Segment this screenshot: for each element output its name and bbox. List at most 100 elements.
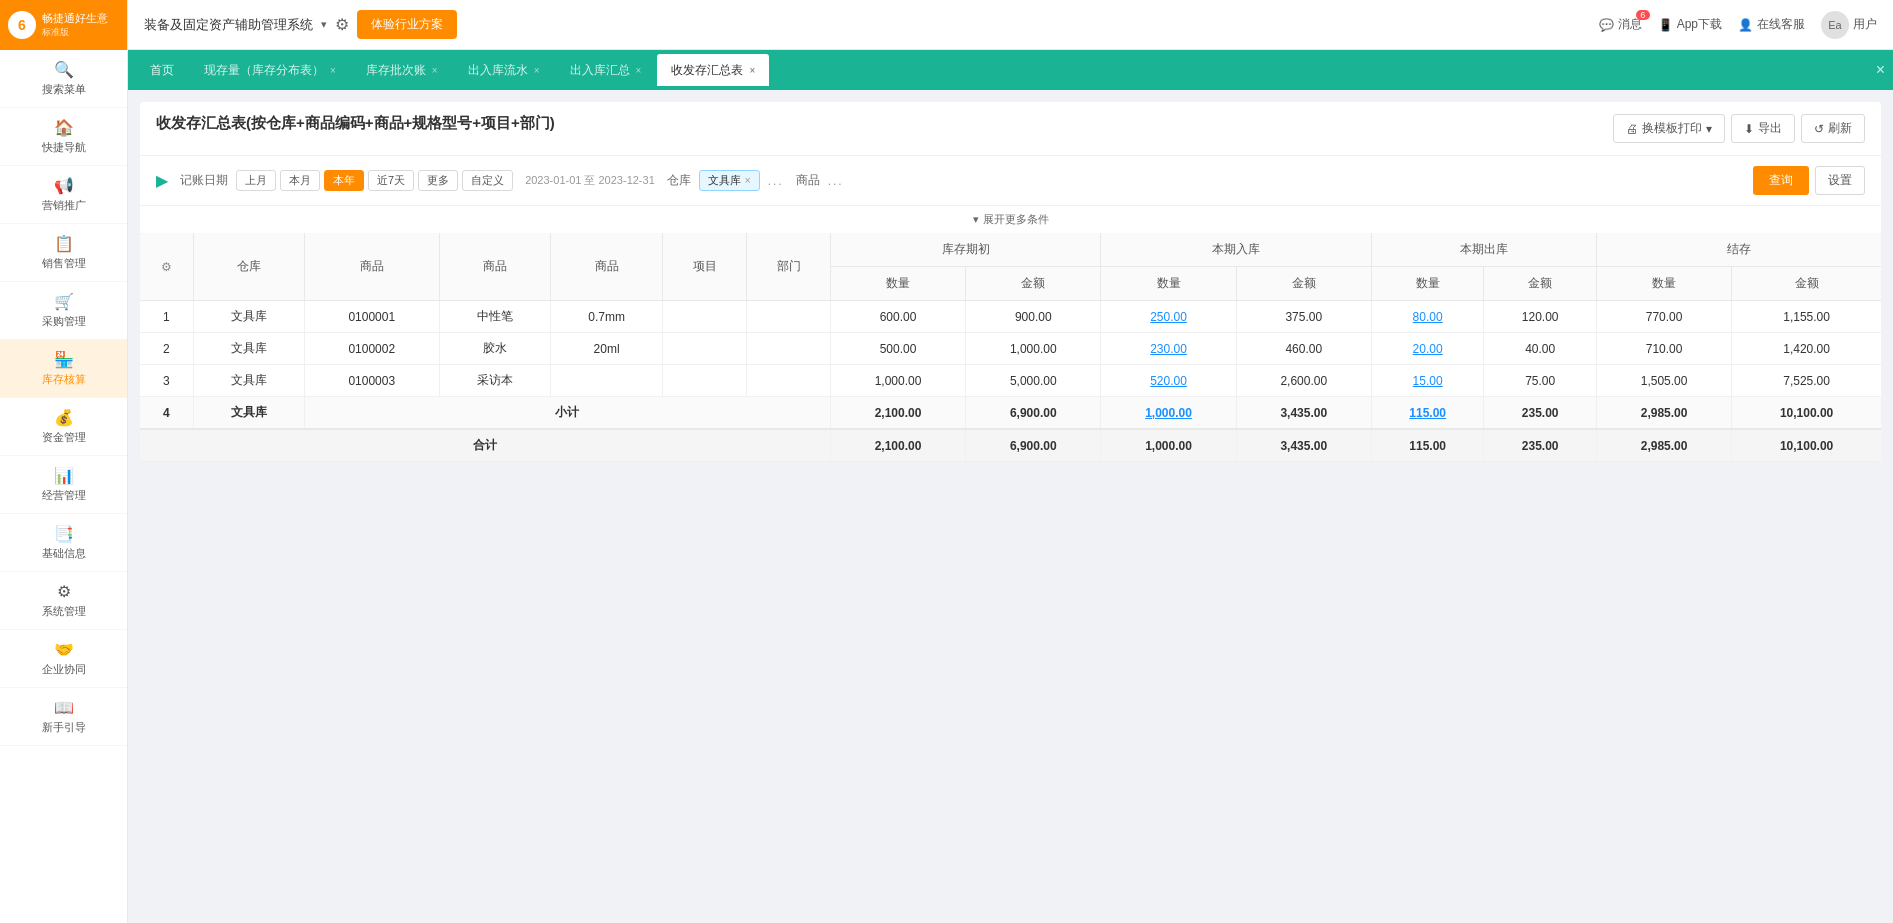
row-opening-amt: 900.00 <box>966 301 1101 333</box>
goods-filter-section: 商品 ... <box>796 172 844 189</box>
expand-conditions-button[interactable]: ▾ 展开更多条件 <box>973 212 1049 227</box>
tab-close-batch-account[interactable]: × <box>432 65 438 76</box>
close-all-tabs-button[interactable]: × <box>1876 61 1885 79</box>
export-icon: ⬇ <box>1744 122 1754 136</box>
sidebar-logo: 6 畅捷通好生意 标准版 <box>0 0 127 50</box>
sidebar-item-base-info[interactable]: 📑基础信息 <box>0 514 127 572</box>
system-dropdown[interactable]: ▾ <box>321 18 327 31</box>
row-out-qty[interactable]: 80.00 <box>1371 301 1484 333</box>
subtotal-in-qty[interactable]: 1,000.00 <box>1101 397 1236 430</box>
row-goods-name: 中性笔 <box>439 301 550 333</box>
date-btn-近7天[interactable]: 近7天 <box>368 170 414 191</box>
sidebar-item-guide[interactable]: 📖新手引导 <box>0 688 127 746</box>
row-in-qty[interactable]: 250.00 <box>1101 301 1236 333</box>
total-in-amt: 3,435.00 <box>1236 429 1371 462</box>
main-content: 装备及固定资产辅助管理系统 ▾ ⚙ 体验行业方案 💬 消息 6 📱 App下载 … <box>128 0 1893 923</box>
date-btn-自定义[interactable]: 自定义 <box>462 170 513 191</box>
row-balance-qty: 710.00 <box>1596 333 1731 365</box>
settings-icon[interactable]: ⚙ <box>335 15 349 34</box>
sidebar-item-marketing[interactable]: 📢营销推广 <box>0 166 127 224</box>
online-service-item[interactable]: 👤 在线客服 <box>1738 16 1805 33</box>
online-service-label: 在线客服 <box>1757 16 1805 33</box>
tab-inout-summary[interactable]: 出入库汇总 × <box>556 54 656 86</box>
row-in-qty[interactable]: 230.00 <box>1101 333 1236 365</box>
app-download-item[interactable]: 📱 App下载 <box>1658 16 1722 33</box>
sidebar-item-operations[interactable]: 📊经营管理 <box>0 456 127 514</box>
row-out-amt: 40.00 <box>1484 333 1597 365</box>
tab-label-inout-summary: 出入库汇总 <box>570 62 630 79</box>
goods-filter-label: 商品 <box>796 172 820 189</box>
demo-button[interactable]: 体验行业方案 <box>357 10 457 39</box>
total-balance-qty: 2,985.00 <box>1596 429 1731 462</box>
warehouse-filter-dots[interactable]: ... <box>768 174 784 188</box>
date-btn-上月[interactable]: 上月 <box>236 170 276 191</box>
subtotal-out-amt: 235.00 <box>1484 397 1597 430</box>
app-badge: 标准版 <box>42 26 108 39</box>
sidebar-item-system[interactable]: ⚙系统管理 <box>0 572 127 630</box>
total-row: 合计 2,100.00 6,900.00 1,000.00 3,435.00 1… <box>140 429 1881 462</box>
tab-inventory-dist[interactable]: 现存量（库存分布表）× <box>190 54 350 86</box>
row-index: 3 <box>140 365 193 397</box>
date-btn-本月[interactable]: 本月 <box>280 170 320 191</box>
tab-batch-account[interactable]: 库存批次账× <box>352 54 452 86</box>
date-btn-更多[interactable]: 更多 <box>418 170 458 191</box>
row-warehouse: 文具库 <box>193 301 304 333</box>
print-button[interactable]: 🖨 换模板打印 ▾ <box>1613 114 1725 143</box>
topbar-right: 💬 消息 6 📱 App下载 👤 在线客服 Ea 用户 <box>1599 11 1877 39</box>
th-out-group: 本期出库 <box>1371 233 1596 267</box>
tab-close-receipt-summary[interactable]: × <box>749 65 755 76</box>
subtotal-index: 4 <box>140 397 193 430</box>
export-button[interactable]: ⬇ 导出 <box>1731 114 1795 143</box>
sidebar-item-label-enterprise: 企业协同 <box>42 662 86 677</box>
subtotal-in-amt: 3,435.00 <box>1236 397 1371 430</box>
th-settings[interactable]: ⚙ <box>140 233 193 301</box>
th-in-amt: 金额 <box>1236 267 1371 301</box>
messages-item[interactable]: 💬 消息 6 <box>1599 16 1642 33</box>
row-in-qty[interactable]: 520.00 <box>1101 365 1236 397</box>
refresh-button[interactable]: ↺ 刷新 <box>1801 114 1865 143</box>
sidebar-item-enterprise[interactable]: 🤝企业协同 <box>0 630 127 688</box>
sidebar-item-finance[interactable]: 💰资金管理 <box>0 398 127 456</box>
tab-label-inout-flow: 出入库流水 <box>468 62 528 79</box>
sidebar-item-purchase[interactable]: 🛒采购管理 <box>0 282 127 340</box>
warehouse-tag[interactable]: 文具库 × <box>699 170 760 191</box>
th-goods-code: 商品 <box>304 233 439 301</box>
row-warehouse: 文具库 <box>193 333 304 365</box>
subtotal-out-qty[interactable]: 115.00 <box>1371 397 1484 430</box>
chevron-down-icon: ▾ <box>1706 122 1712 136</box>
total-label: 合计 <box>140 429 830 462</box>
subtotal-opening-qty: 2,100.00 <box>830 397 965 430</box>
tab-close-inout-summary[interactable]: × <box>636 65 642 76</box>
date-btn-本年[interactable]: 本年 <box>324 170 364 191</box>
query-button[interactable]: 查询 <box>1753 166 1809 195</box>
row-dept <box>747 301 831 333</box>
tab-home[interactable]: 首页 <box>136 54 188 86</box>
sidebar-item-sales[interactable]: 📋销售管理 <box>0 224 127 282</box>
tab-close-inout-flow[interactable]: × <box>534 65 540 76</box>
expand-arrow-icon[interactable]: ▶ <box>156 171 168 190</box>
row-out-qty[interactable]: 15.00 <box>1371 365 1484 397</box>
filter-bar: ▶ 记账日期 上月本月本年近7天更多自定义 2023-01-01 至 2023-… <box>140 155 1881 205</box>
tab-receipt-summary[interactable]: 收发存汇总表× <box>657 54 769 86</box>
topbar: 装备及固定资产辅助管理系统 ▾ ⚙ 体验行业方案 💬 消息 6 📱 App下载 … <box>128 0 1893 50</box>
inventory-icon: 🏪 <box>54 350 74 369</box>
row-out-qty[interactable]: 20.00 <box>1371 333 1484 365</box>
warehouse-filter-section: 仓库 文具库 × ... <box>667 170 784 191</box>
settings-button[interactable]: 设置 <box>1815 166 1865 195</box>
goods-filter-dots[interactable]: ... <box>828 174 844 188</box>
sidebar-item-label-marketing: 营销推广 <box>42 198 86 213</box>
sidebar-item-search[interactable]: 🔍搜索菜单 <box>0 50 127 108</box>
tab-close-inventory-dist[interactable]: × <box>330 65 336 76</box>
sidebar-nav: 🔍搜索菜单🏠快捷导航📢营销推广📋销售管理🛒采购管理🏪库存核算💰资金管理📊经营管理… <box>0 50 127 923</box>
warehouse-tag-close-icon[interactable]: × <box>745 175 751 186</box>
user-item[interactable]: Ea 用户 <box>1821 11 1877 39</box>
row-project <box>663 301 747 333</box>
sidebar-item-inventory[interactable]: 🏪库存核算 <box>0 340 127 398</box>
subtotal-balance-qty: 2,985.00 <box>1596 397 1731 430</box>
mobile-icon: 📱 <box>1658 18 1673 32</box>
sidebar-item-quick-nav[interactable]: 🏠快捷导航 <box>0 108 127 166</box>
total-out-amt: 235.00 <box>1484 429 1597 462</box>
th-balance-group: 结存 <box>1596 233 1881 267</box>
th-out-amt: 金额 <box>1484 267 1597 301</box>
tab-inout-flow[interactable]: 出入库流水 × <box>454 54 554 86</box>
